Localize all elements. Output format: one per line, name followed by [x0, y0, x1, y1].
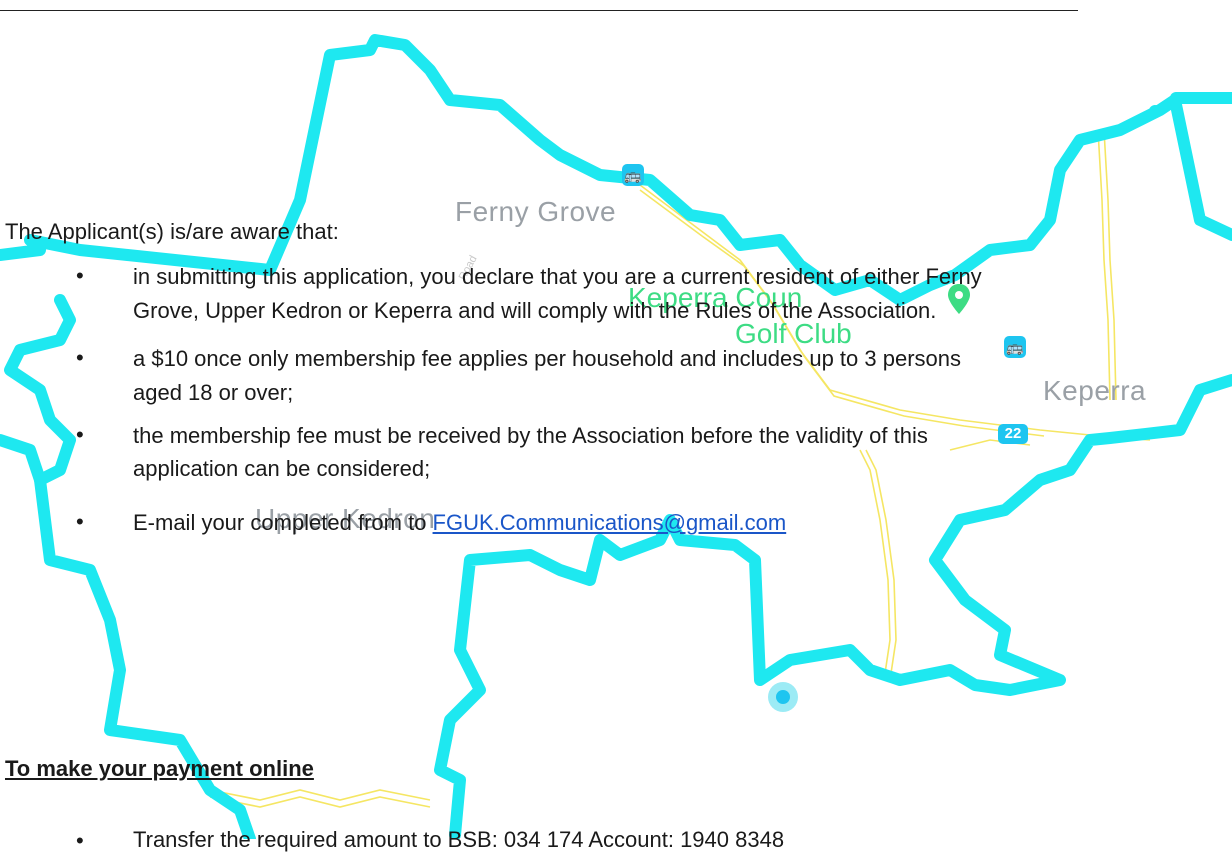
- location-pin-icon: [768, 682, 798, 712]
- bullet-glyph: •: [76, 828, 84, 853]
- route-shield-icon: 22: [998, 424, 1028, 444]
- payment-instruction: Transfer the required amount to BSB: 034…: [133, 827, 785, 852]
- bullet-glyph: •: [76, 263, 84, 288]
- bullet-glyph: •: [76, 345, 84, 370]
- suburb-map-overlay: [0, 34, 1232, 839]
- bullet-1-line-2: Grove, Upper Kedron or Keperra and will …: [133, 298, 937, 323]
- bullet-2-line-2: aged 18 or over;: [133, 380, 294, 405]
- road-line: [859, 449, 891, 681]
- intro-text: The Applicant(s) is/are aware that:: [5, 219, 339, 244]
- email-link[interactable]: FGUK.Communications@gmail.com: [433, 510, 787, 535]
- bullet-3-line-2: application can be considered;: [133, 456, 431, 481]
- bullet-2-line-1: a $10 once only membership fee applies p…: [133, 346, 961, 371]
- suburb-boundary: [4, 294, 76, 486]
- top-rule: [0, 10, 1078, 11]
- bullet-1-line-1: in submitting this application, you decl…: [133, 264, 982, 289]
- bullet-4-line: E-mail your completed from to FGUK.Commu…: [133, 509, 786, 537]
- bus-icon: 🚌: [622, 164, 644, 186]
- road-line: [209, 789, 431, 801]
- bullet-glyph: •: [76, 422, 84, 447]
- road-line: [1103, 129, 1117, 401]
- road-line: [865, 449, 897, 681]
- map-label-ferny-grove: Ferny Grove: [455, 196, 617, 227]
- bus-icon: 🚌: [1004, 336, 1026, 358]
- email-instruction-text: E-mail your completed from to: [133, 510, 433, 535]
- bullet-3-line-1: the membership fee must be received by t…: [133, 423, 928, 448]
- payment-heading: To make your payment online: [5, 756, 314, 781]
- map-label-keperra: Keperra: [1043, 375, 1147, 406]
- map-marker-icon: [1149, 105, 1161, 117]
- road-line: [1097, 129, 1111, 401]
- bullet-glyph: •: [76, 509, 84, 534]
